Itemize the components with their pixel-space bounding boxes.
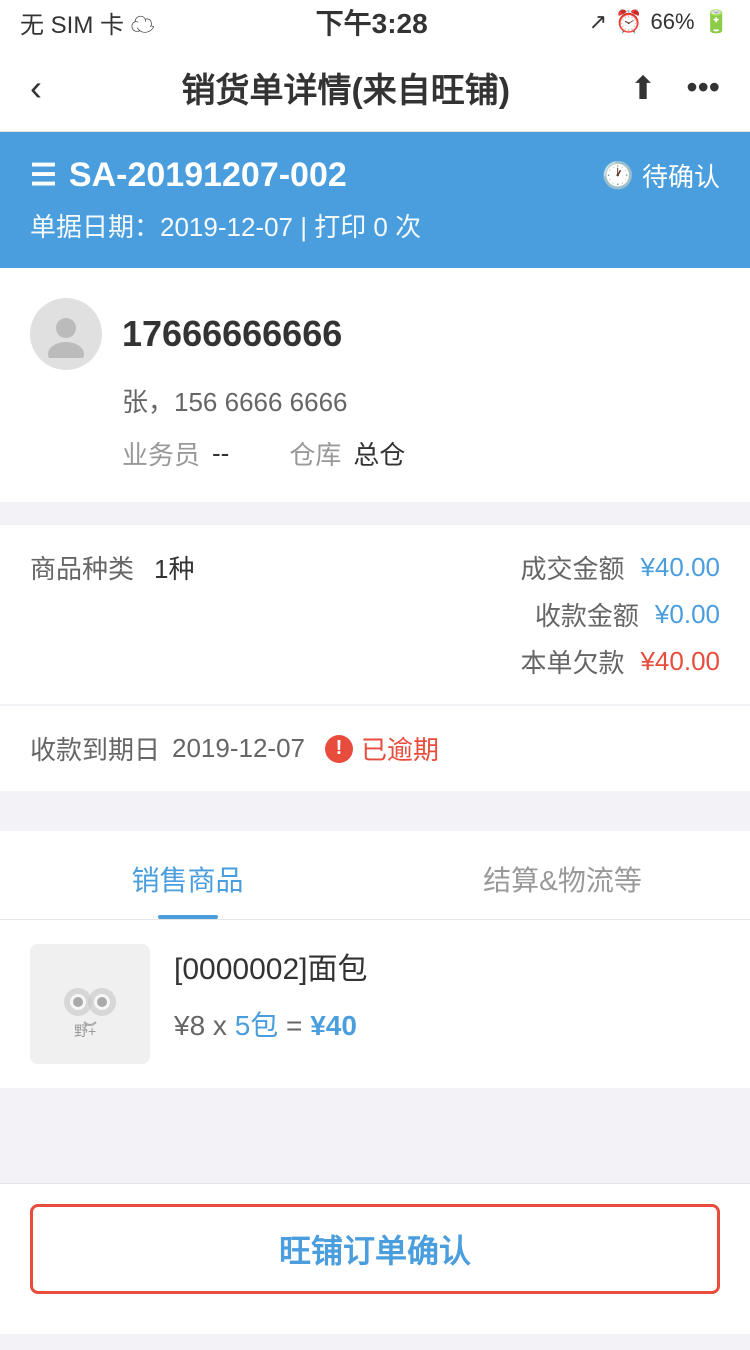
status-time: 下午3:28 — [316, 2, 428, 42]
order-number: ☰ SA-20191207-002 — [30, 156, 347, 195]
tab-settlement-logistics[interactable]: 结算&物流等 — [375, 831, 750, 919]
price-total: ¥40 — [310, 1010, 357, 1041]
price-unit: ¥8 x — [174, 1010, 235, 1041]
payment-amount-value: ¥0.00 — [655, 599, 720, 630]
overdue-text: 已逾期 — [361, 730, 439, 767]
product-types-value: 1种 — [154, 549, 194, 586]
more-icon[interactable]: ••• — [686, 69, 720, 106]
svg-text:野+: 野+ — [74, 1023, 96, 1039]
due-date-card: 收款到期日 2019-12-07 ! 已逾期 — [0, 706, 750, 791]
location-icon: ↗ — [589, 9, 607, 35]
warehouse-label: 仓库 — [289, 435, 341, 472]
stats-card: 商品种类 1种 成交金额 ¥40.00 收款金额 ¥0.00 本单欠款 ¥40.… — [0, 524, 750, 704]
page-title: 销货单详情(来自旺铺) — [62, 63, 630, 112]
price-equals: = — [278, 1010, 310, 1041]
product-image: 野+ — [30, 944, 150, 1064]
sales-rep-label: 业务员 — [122, 435, 200, 472]
payment-amount-label: 收款金额 — [535, 596, 639, 633]
nav-bar: ‹ 销货单详情(来自旺铺) ⬆ ••• — [0, 44, 750, 132]
sim-status: 无 SIM 卡 ☁ — [20, 5, 155, 40]
tab-sales-products[interactable]: 销售商品 — [0, 831, 375, 919]
bottom-bar: 旺铺订单确认 — [0, 1183, 750, 1334]
tabs-bar: 销售商品 结算&物流等 — [0, 831, 750, 920]
battery-icon: 🔋 — [703, 9, 730, 35]
order-header: ☰ SA-20191207-002 🕐 待确认 单据日期：2019-12-07 … — [0, 132, 750, 268]
share-icon[interactable]: ⬆ — [630, 69, 657, 107]
due-date-label: 收款到期日 — [30, 730, 160, 767]
status-right: ↗ ⏰ 66% 🔋 — [589, 9, 730, 35]
customer-phone: 17666666666 — [122, 313, 342, 355]
product-card: 野+ [0000002]面包 ¥8 x 5包 = ¥40 — [0, 920, 750, 1088]
owed-amount-value: ¥40.00 — [640, 646, 720, 677]
deal-amount-value: ¥40.00 — [640, 552, 720, 583]
confirm-order-button[interactable]: 旺铺订单确认 — [30, 1204, 720, 1294]
product-types-label: 商品种类 — [30, 549, 134, 586]
price-quantity: 5包 — [235, 1010, 279, 1041]
overdue-badge: ! 已逾期 — [325, 730, 439, 767]
owed-amount-label: 本单欠款 — [520, 643, 624, 680]
warehouse-value: 总仓 — [353, 435, 405, 472]
product-price: ¥8 x 5包 = ¥40 — [174, 1004, 720, 1044]
back-button[interactable]: ‹ — [30, 67, 42, 109]
order-icon: ☰ — [30, 158, 57, 193]
customer-meta: 业务员 -- 仓库 总仓 — [30, 435, 720, 472]
overdue-icon: ! — [325, 735, 353, 763]
customer-name: 张，156 6666 6666 — [30, 382, 720, 419]
divider-2 — [0, 811, 750, 831]
customer-avatar — [30, 298, 102, 370]
status-bar: 无 SIM 卡 ☁ 下午3:28 ↗ ⏰ 66% 🔋 — [0, 0, 750, 44]
deal-amount-label: 成交金额 — [520, 549, 624, 586]
order-date: 单据日期：2019-12-07 | 打印 0 次 — [30, 207, 720, 244]
product-name: [0000002]面包 — [174, 944, 720, 988]
sales-rep-value: -- — [212, 438, 229, 469]
order-status: 🕐 待确认 — [602, 157, 720, 194]
nav-actions: ⬆ ••• — [630, 69, 720, 107]
due-date-value: 2019-12-07 — [172, 733, 305, 764]
alarm-icon: ⏰ — [615, 9, 642, 35]
status-left: 无 SIM 卡 ☁ — [20, 5, 155, 40]
divider-1 — [0, 504, 750, 524]
clock-icon: 🕐 — [602, 160, 634, 191]
product-info: [0000002]面包 ¥8 x 5包 = ¥40 — [174, 944, 720, 1044]
battery-level: 66% — [651, 9, 695, 35]
customer-card: 17666666666 张，156 6666 6666 业务员 -- 仓库 总仓 — [0, 268, 750, 502]
